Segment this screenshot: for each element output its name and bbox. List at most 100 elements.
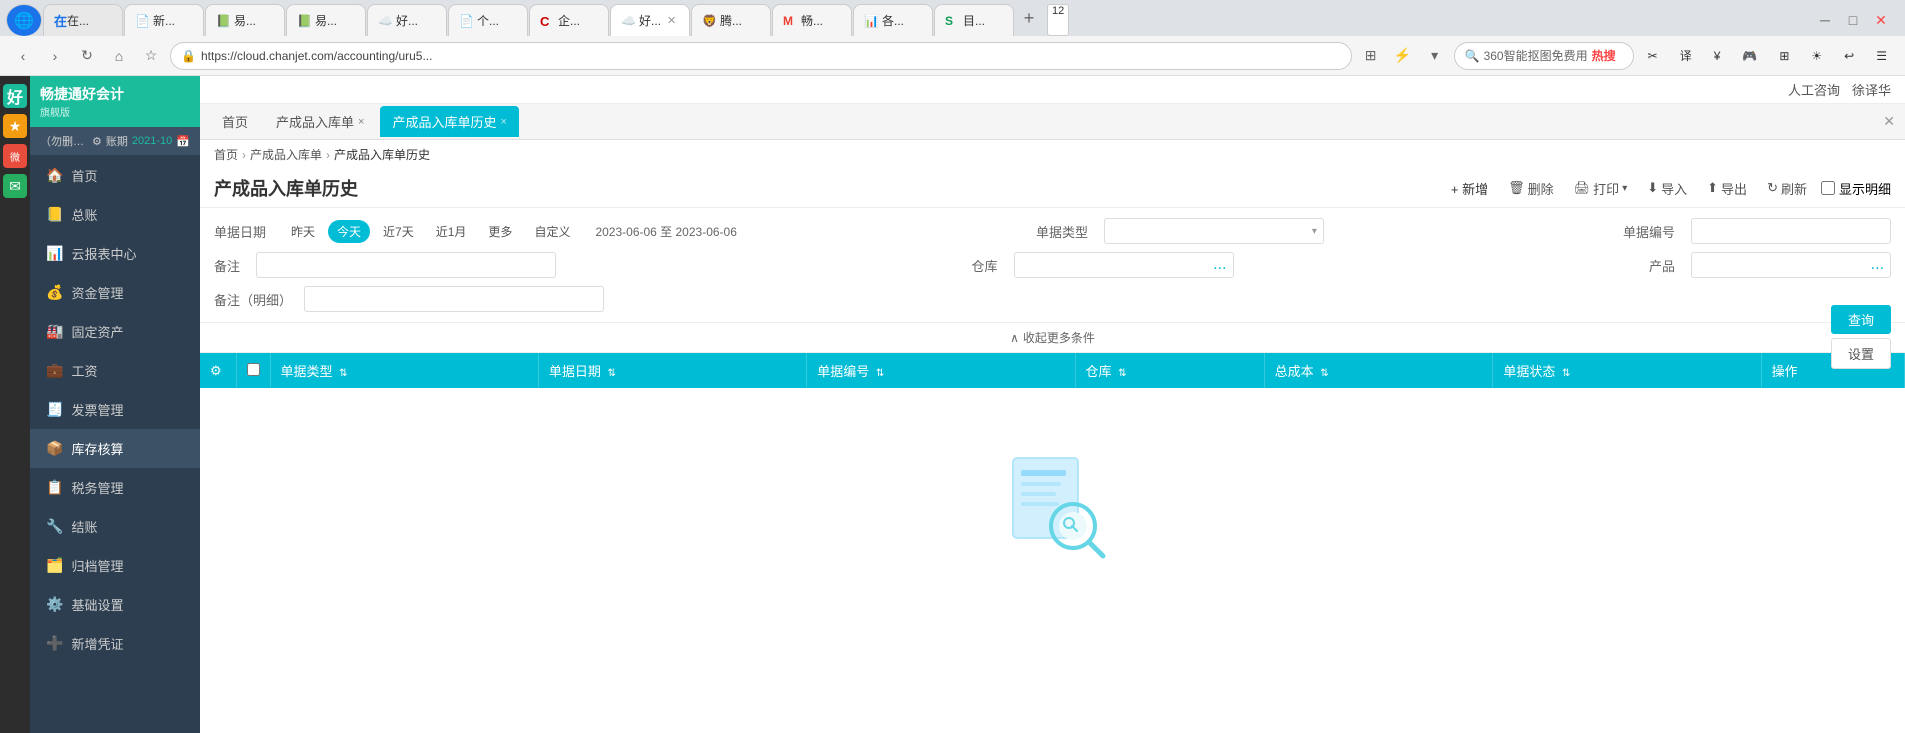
apps-button[interactable]: ⊞ (1771, 43, 1797, 69)
th-bill-status[interactable]: 单据状态 ⇅ (1493, 353, 1761, 388)
page-tab-home[interactable]: 首页 (210, 106, 260, 137)
sidebar-item-finance[interactable]: 💰 资金管理 (30, 273, 200, 312)
select-all-checkbox[interactable] (247, 363, 260, 376)
product-select[interactable]: ... (1691, 252, 1891, 278)
product-dots[interactable]: ... (1871, 256, 1884, 274)
bill-no-input[interactable] (1691, 218, 1891, 244)
panel-close-button[interactable]: ✕ (1883, 113, 1895, 130)
sidebar-item-general[interactable]: 📒 总账 (30, 195, 200, 234)
th-bill-no[interactable]: 单据编号 ⇅ (807, 353, 1075, 388)
sidebar-item-settlement[interactable]: 🔧 结账 (30, 507, 200, 546)
tab-t4[interactable]: 📗 易... (286, 4, 366, 36)
scissors-button[interactable]: ✂ (1640, 43, 1666, 69)
page-tab-history[interactable]: 产成品入库单历史 × (380, 106, 518, 137)
calendar-icon[interactable]: 📅 (176, 135, 190, 148)
close-icon[interactable]: ✕ (667, 14, 676, 27)
th-warehouse[interactable]: 仓库 ⇅ (1075, 353, 1264, 388)
dropdown-button[interactable]: ▾ (1422, 43, 1448, 69)
home-button[interactable]: ⌂ (106, 43, 132, 69)
new-tab-button[interactable]: + (1015, 4, 1043, 32)
refresh-button[interactable]: ↻ (74, 43, 100, 69)
warehouse-dots[interactable]: ... (1213, 256, 1226, 274)
tab-close-icon[interactable]: × (500, 116, 506, 128)
game-button[interactable]: 🎮 (1734, 43, 1765, 69)
back-button[interactable]: ‹ (10, 43, 36, 69)
username[interactable]: 徐译华 (1852, 80, 1891, 99)
icon-bar-item-2[interactable]: 微 (3, 144, 27, 168)
maximize-button[interactable]: □ (1839, 6, 1867, 34)
sidebar-item-reports[interactable]: 📊 云报表中心 (30, 234, 200, 273)
settings-filter-button[interactable]: 设置 (1831, 338, 1891, 369)
gear-icon[interactable]: ⚙ (210, 363, 222, 378)
yuan-button[interactable]: ¥ (1706, 43, 1729, 69)
user-service[interactable]: 人工咨询 (1788, 80, 1840, 99)
bookmark-button[interactable]: ☆ (138, 43, 164, 69)
print-button[interactable]: 🖨 打印 ▾ (1568, 176, 1634, 201)
th-bill-type[interactable]: 单据类型 ⇅ (270, 353, 538, 388)
tab-t5[interactable]: ☁️ 好... (367, 4, 447, 36)
date-btn-7days[interactable]: 近7天 (374, 220, 423, 243)
tab-count[interactable]: 12 (1047, 4, 1069, 36)
undo-button[interactable]: ↩ (1836, 43, 1862, 69)
breadcrumb-home[interactable]: 首页 (214, 146, 238, 163)
date-btn-1month[interactable]: 近1月 (427, 220, 476, 243)
address-bar[interactable]: 🔒 https://cloud.chanjet.com/accounting/u… (170, 42, 1352, 70)
sidebar-item-assets[interactable]: 🏭 固定资产 (30, 312, 200, 351)
sidebar-item-inventory[interactable]: 📦 库存核算 (30, 429, 200, 468)
icon-bar-item-3[interactable]: ✉ (3, 174, 27, 198)
th-check[interactable] (236, 353, 270, 388)
tab-t11[interactable]: 📊 各... (853, 4, 933, 36)
tab-t12[interactable]: S 目... (934, 4, 1014, 36)
sidebar-item-home[interactable]: 🏠 首页 (30, 156, 200, 195)
query-button[interactable]: 查询 (1831, 305, 1891, 334)
bill-type-select[interactable]: ▾ (1104, 218, 1324, 244)
sidebar-item-settings[interactable]: ⚙️ 基础设置 (30, 585, 200, 624)
show-cols-checkbox[interactable] (1821, 181, 1835, 195)
date-btn-more[interactable]: 更多 (479, 220, 521, 243)
refresh-button[interactable]: ↻ 刷新 (1761, 176, 1813, 201)
search-bar[interactable]: 🔍 360智能抠图免费用 热搜 (1454, 42, 1634, 70)
remark-input[interactable] (256, 252, 556, 278)
sidebar-item-payroll[interactable]: 💼 工资 (30, 351, 200, 390)
warehouse-select[interactable]: ... (1014, 252, 1234, 278)
close-button[interactable]: ✕ (1867, 6, 1895, 34)
theme-button[interactable]: ☀ (1803, 43, 1830, 69)
th-bill-date[interactable]: 单据日期 ⇅ (538, 353, 806, 388)
app-logo[interactable]: 好 (3, 84, 27, 108)
collapse-button[interactable]: ∧ 收起更多条件 (1010, 329, 1095, 346)
remark-detail-input[interactable] (304, 286, 604, 312)
delete-button[interactable]: 🗑 删除 (1502, 176, 1560, 201)
add-button[interactable]: + 新增 (1445, 176, 1494, 201)
tab-t9[interactable]: 🦁 腾... (691, 4, 771, 36)
breadcrumb-parent[interactable]: 产成品入库单 (250, 146, 322, 163)
th-total-cost[interactable]: 总成本 ⇅ (1264, 353, 1493, 388)
translate-button[interactable]: 译 (1672, 43, 1700, 69)
grid-button[interactable]: ⊞ (1358, 43, 1384, 69)
minimize-button[interactable]: ─ (1811, 6, 1839, 34)
sidebar-item-archive[interactable]: 🗂️ 归档管理 (30, 546, 200, 585)
date-btn-today[interactable]: 今天 (328, 220, 370, 243)
print-dropdown-icon[interactable]: ▾ (1622, 183, 1627, 194)
sidebar-item-tax[interactable]: 📋 税务管理 (30, 468, 200, 507)
th-gear[interactable]: ⚙ (200, 353, 236, 388)
tab-t10[interactable]: M 畅... (772, 4, 852, 36)
icon-bar-item-1[interactable]: ★ (3, 114, 27, 138)
sidebar-item-new-bill[interactable]: ➕ 新增凭证 (30, 624, 200, 663)
import-button[interactable]: ⬇ 导入 (1641, 176, 1693, 201)
settings-icon[interactable]: ⚙ (92, 135, 102, 148)
sidebar-item-invoice[interactable]: 🧾 发票管理 (30, 390, 200, 429)
tab-t1[interactable]: 在 在... (43, 4, 123, 36)
date-btn-yesterday[interactable]: 昨天 (282, 220, 324, 243)
browser-icon[interactable]: 🌐 (6, 4, 42, 36)
tab-t6[interactable]: 📄 个... (448, 4, 528, 36)
export-button[interactable]: ⬆ 导出 (1701, 176, 1753, 201)
show-cols-toggle[interactable]: 显示明细 (1821, 179, 1891, 198)
lightning-button[interactable]: ⚡ (1390, 43, 1416, 69)
date-btn-custom[interactable]: 自定义 (525, 220, 579, 243)
tab-close-icon[interactable]: × (358, 116, 364, 128)
page-tab-list[interactable]: 产成品入库单 × (264, 106, 376, 137)
forward-button[interactable]: › (42, 43, 68, 69)
tab-t3[interactable]: 📗 易... (205, 4, 285, 36)
tab-t7[interactable]: C 企... (529, 4, 609, 36)
tab-t2[interactable]: 📄 新... (124, 4, 204, 36)
